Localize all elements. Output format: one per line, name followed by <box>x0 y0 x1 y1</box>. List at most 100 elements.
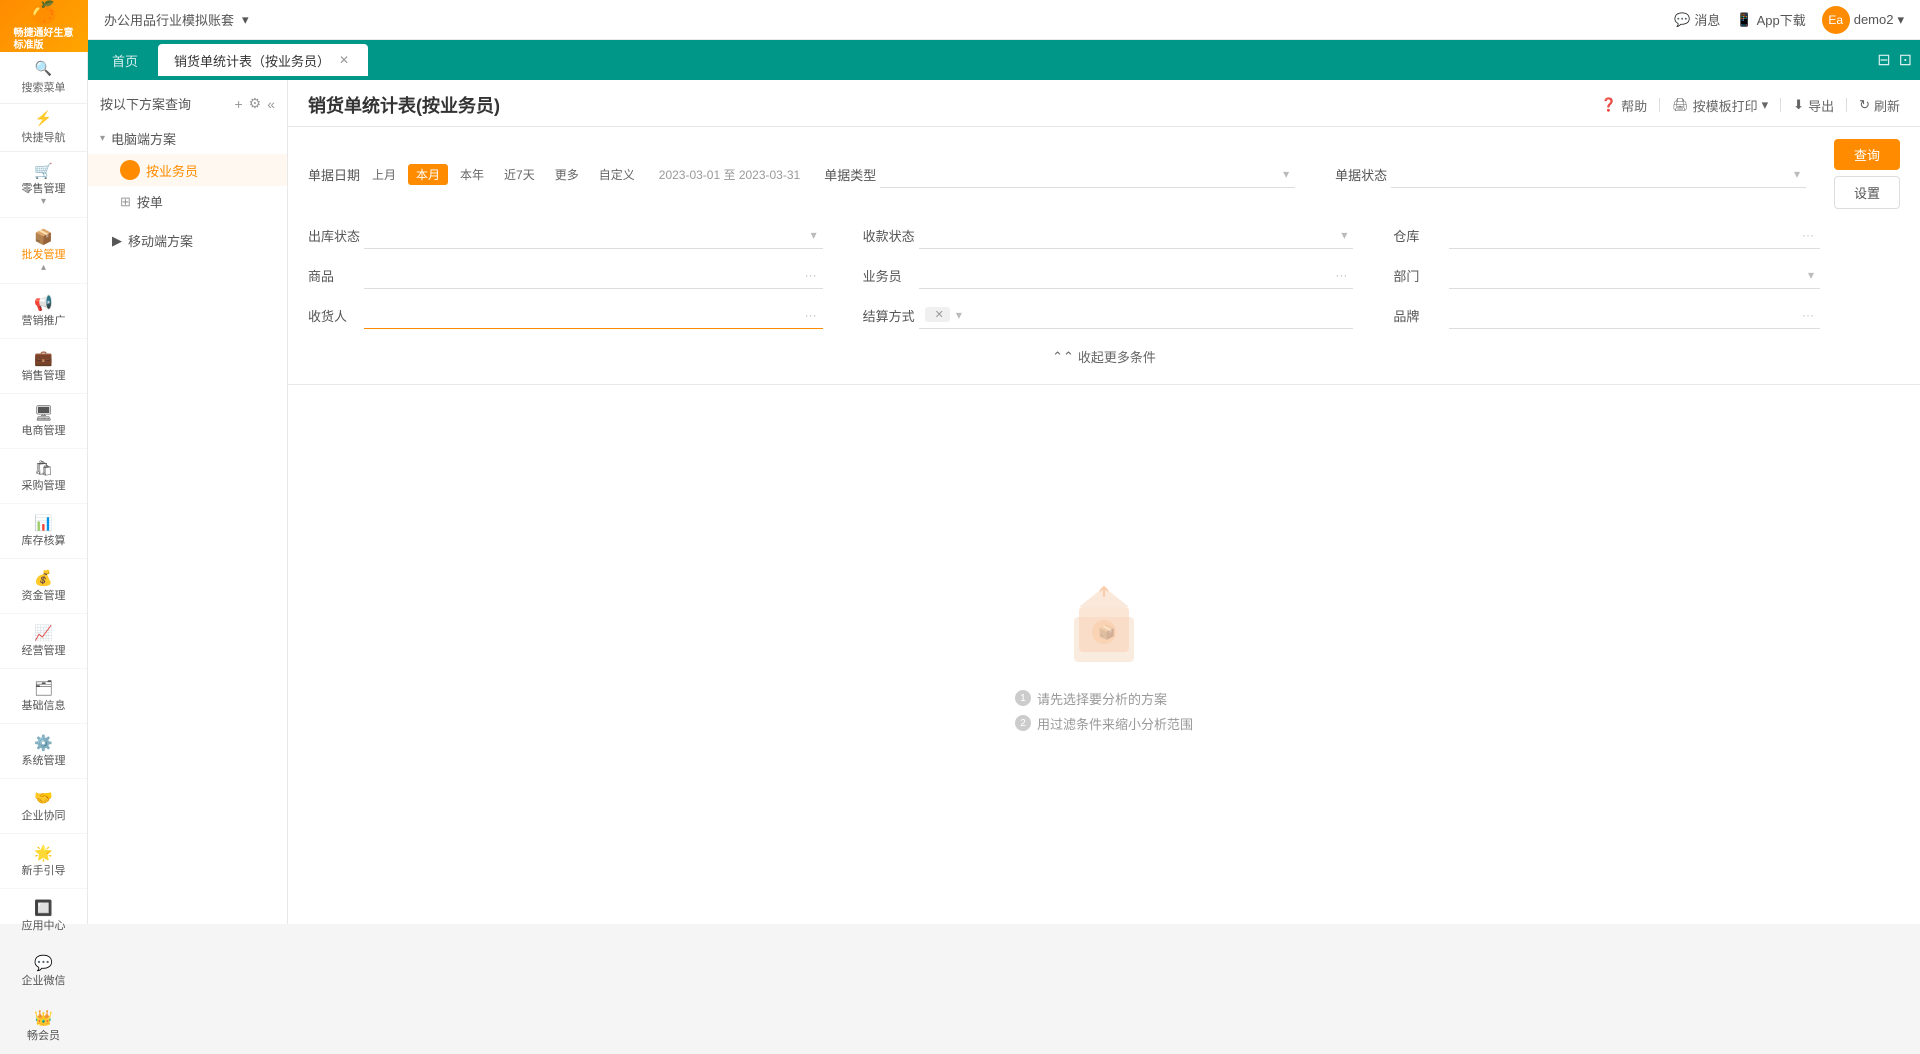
sidebar-item-operation[interactable]: 📈 经营管理 <box>0 614 87 669</box>
tabbar-actions: ⊟ ⊡ <box>1877 50 1912 70</box>
marketing-icon: 📢 <box>34 294 53 312</box>
sidebar-item-system[interactable]: ⚙️ 系统管理 <box>0 724 87 779</box>
topbar-breadcrumb[interactable]: 办公用品行业模拟账套 ▾ <box>104 10 249 29</box>
left-panel: 按以下方案查询 + ⚙ « ▾ 电脑端方案 员 按业务员 ⊞ <box>88 80 288 924</box>
sidebar-item-apps[interactable]: 🔲 应用中心 <box>0 889 87 944</box>
left-panel-group-mobile: ▶ 移动端方案 <box>88 221 287 260</box>
member-icon: 👑 <box>34 1009 53 1027</box>
sidebar-item-enterprise[interactable]: 🤝 企业协同 <box>0 779 87 834</box>
sidebar-item-member[interactable]: 👑 畅会员 <box>0 999 87 1054</box>
tab-home[interactable]: 首页 <box>96 44 154 76</box>
tabbar: 首页 销货单统计表（按业务员） ✕ ⊟ ⊡ <box>88 40 1920 80</box>
wechat-icon: 💬 <box>34 954 53 972</box>
collapse-up-icon: ⌃⌃ <box>1052 349 1074 365</box>
sidebar-item-basic[interactable]: 🗂 基础信息 <box>0 669 87 724</box>
doc-status-label: 单据状态 <box>1335 165 1391 184</box>
sidebar-search[interactable]: 🔍 搜索菜单 <box>0 52 87 104</box>
sidebar-item-newbie[interactable]: 🌟 新手引导 <box>0 834 87 889</box>
sidebar-item-sales[interactable]: 💼 销售管理 <box>0 339 87 394</box>
filter-item-department: 部门 ▾ <box>1369 261 1900 289</box>
doc-type-dropdown-icon: ▾ <box>1283 167 1289 181</box>
date-range-value: 2023-03-01 至 2023-03-31 <box>659 166 800 183</box>
settlement-tag-close[interactable]: ✕ <box>935 308 944 321</box>
mobile-group-label[interactable]: ▶ 移动端方案 <box>88 225 287 256</box>
refresh-btn[interactable]: ↻ 刷新 <box>1859 96 1900 115</box>
doc-type-control[interactable]: ▾ <box>880 160 1295 188</box>
department-dropdown-icon: ▾ <box>1808 268 1814 282</box>
doc-status-dropdown-icon: ▾ <box>1794 167 1800 181</box>
system-icon: ⚙️ <box>34 734 53 752</box>
date-btn-more[interactable]: 更多 <box>547 164 587 185</box>
mobile-triangle-icon: ▶ <box>112 233 122 249</box>
receipt-status-control[interactable]: ▾ <box>919 221 1354 249</box>
left-panel-item-by-order[interactable]: ⊞ 按单 <box>88 186 287 217</box>
tab-close-sales-stat[interactable]: ✕ <box>336 52 352 68</box>
date-btn-last-month[interactable]: 上月 <box>364 164 404 185</box>
ecommerce-icon: 🖥 <box>34 404 53 422</box>
left-panel-item-by-salesperson[interactable]: 员 按业务员 <box>88 154 287 186</box>
avatar: Ea <box>1822 6 1850 34</box>
date-btn-this-year[interactable]: 本年 <box>452 164 492 185</box>
salesperson-control[interactable]: ··· <box>919 261 1354 289</box>
export-btn[interactable]: ⬇ 导出 <box>1793 96 1834 115</box>
action-btns: 查询 设置 <box>1822 139 1900 209</box>
filter-item-goods: 商品 ··· <box>308 261 839 289</box>
goods-control[interactable]: ··· <box>364 261 823 289</box>
collapse-btn[interactable]: ⌃⌃ 收起更多条件 <box>1052 341 1156 372</box>
query-btn[interactable]: 查询 <box>1834 139 1900 170</box>
sidebar-item-wechat[interactable]: 💬 企业微信 <box>0 944 87 999</box>
settings-btn[interactable]: 设置 <box>1834 176 1900 209</box>
export-icon: ⬇ <box>1793 97 1804 113</box>
filter-item-brand: 品牌 ··· <box>1369 301 1900 329</box>
left-panel-add-btn[interactable]: + <box>234 96 242 112</box>
doc-status-control[interactable]: ▾ <box>1391 160 1806 188</box>
brand-control[interactable]: ··· <box>1449 301 1820 329</box>
sidebar: 🍊 畅捷通好生意 标准版 🔍 搜索菜单 ⚡ 快捷导航 🛒 零售管理 ▾ 📦 批发… <box>0 0 88 924</box>
department-label: 部门 <box>1393 266 1449 285</box>
sidebar-item-finance[interactable]: 💰 资金管理 <box>0 559 87 614</box>
date-btn-custom[interactable]: 自定义 <box>591 164 643 185</box>
desktop-group-label[interactable]: ▾ 电脑端方案 <box>88 123 287 154</box>
goods-label: 商品 <box>308 266 364 285</box>
sidebar-item-retail[interactable]: 🛒 零售管理 ▾ <box>0 152 87 218</box>
wholesale-icon: 📦 <box>34 228 53 246</box>
sidebar-item-purchase[interactable]: 🛍 采购管理 <box>0 449 87 504</box>
template-print-btn[interactable]: 🖨 按模板打印 ▾ <box>1672 96 1768 115</box>
filter-item-receipt-status: 收款状态 ▾ <box>839 221 1370 249</box>
doc-type-label: 单据类型 <box>824 165 880 184</box>
sidebar-item-wholesale[interactable]: 📦 批发管理 ▴ <box>0 218 87 284</box>
inventory-icon: 📊 <box>34 514 53 532</box>
sidebar-item-inventory[interactable]: 📊 库存核算 <box>0 504 87 559</box>
tab-expand-btn[interactable]: ⊡ <box>1899 50 1912 70</box>
settlement-control[interactable]: ✕ ▾ <box>919 301 1354 329</box>
finance-icon: 💰 <box>34 569 53 587</box>
date-btn-last-7-days[interactable]: 近7天 <box>496 164 543 185</box>
left-panel-settings-btn[interactable]: ⚙ <box>249 95 262 112</box>
empty-state-illustration: 📦 <box>1054 577 1154 677</box>
department-control[interactable]: ▾ <box>1449 261 1820 289</box>
sidebar-item-marketing[interactable]: 📢 营销推广 <box>0 284 87 339</box>
receipt-status-label: 收款状态 <box>863 226 919 245</box>
refresh-icon: ↻ <box>1859 97 1870 113</box>
left-panel-collapse-btn[interactable]: « <box>267 96 275 112</box>
date-btn-this-month[interactable]: 本月 <box>408 164 448 185</box>
out-status-control[interactable]: ▾ <box>364 221 823 249</box>
tab-minimize-btn[interactable]: ⊟ <box>1877 50 1890 70</box>
sidebar-quick-nav[interactable]: ⚡ 快捷导航 <box>0 104 87 152</box>
goods-more-icon: ··· <box>805 268 817 282</box>
app-download-icon: 📱 <box>1736 12 1752 28</box>
recipient-control[interactable]: ··· <box>364 301 823 329</box>
app-download-btn[interactable]: 📱 App下载 <box>1736 10 1805 29</box>
retail-arrow: ▾ <box>41 196 46 207</box>
message-btn[interactable]: 💬 消息 <box>1674 10 1720 29</box>
warehouse-control[interactable]: ··· <box>1449 221 1820 249</box>
sidebar-item-ecommerce[interactable]: 🖥 电商管理 <box>0 394 87 449</box>
settlement-label: 结算方式 <box>863 306 919 325</box>
help-btn[interactable]: ❓ 帮助 <box>1601 96 1647 115</box>
empty-state-tips: 1 请先选择要分析的方案 2 用过滤条件来缩小分析范围 <box>1015 689 1193 733</box>
sales-icon: 💼 <box>34 349 53 367</box>
user-info[interactable]: Ea demo2 ▾ <box>1822 6 1904 34</box>
sidebar-logo[interactable]: 🍊 畅捷通好生意 标准版 <box>0 0 88 52</box>
tab-sales-stat[interactable]: 销货单统计表（按业务员） ✕ <box>158 44 368 76</box>
page-title: 销货单统计表(按业务员) <box>308 92 500 118</box>
